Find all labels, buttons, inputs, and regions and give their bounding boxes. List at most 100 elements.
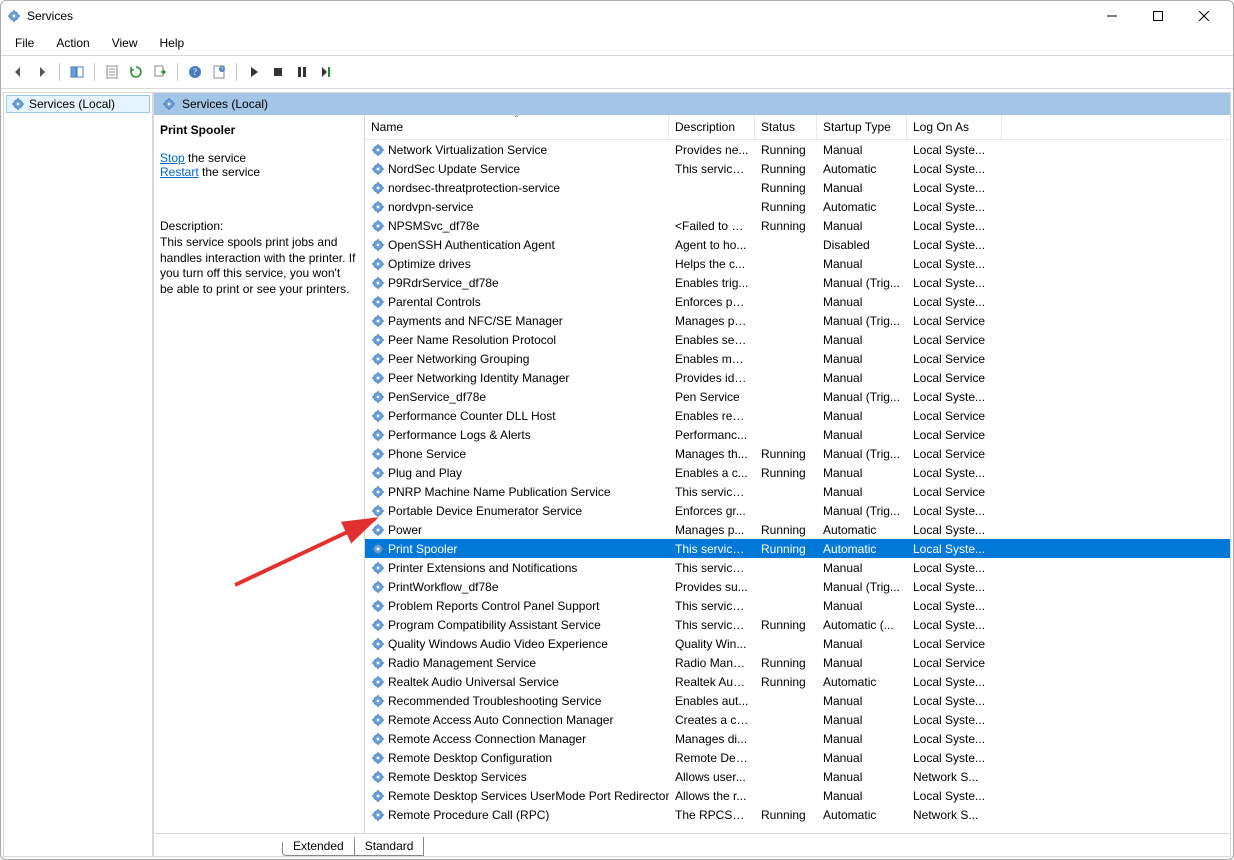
stop-service-button[interactable] bbox=[267, 61, 289, 83]
restart-service-link[interactable]: Restart bbox=[160, 165, 199, 179]
menu-file[interactable]: File bbox=[11, 34, 38, 52]
service-description: This service ... bbox=[669, 561, 755, 575]
gear-icon bbox=[371, 447, 385, 461]
service-status: Running bbox=[755, 808, 817, 822]
service-logon: Local Syste... bbox=[907, 181, 1002, 195]
gear-icon bbox=[371, 694, 385, 708]
service-row[interactable]: Plug and PlayEnables a c...RunningManual… bbox=[365, 463, 1230, 482]
pause-service-button[interactable] bbox=[291, 61, 313, 83]
service-logon: Local Syste... bbox=[907, 466, 1002, 480]
forward-button[interactable] bbox=[31, 61, 53, 83]
service-row[interactable]: PrintWorkflow_df78eProvides su...Manual … bbox=[365, 577, 1230, 596]
start-service-button[interactable] bbox=[243, 61, 265, 83]
back-button[interactable] bbox=[7, 61, 29, 83]
service-row[interactable]: nordsec-threatprotection-serviceRunningM… bbox=[365, 178, 1230, 197]
tree-item-services-local[interactable]: Services (Local) bbox=[6, 95, 150, 113]
service-row[interactable]: Remote Desktop ServicesAllows user...Man… bbox=[365, 767, 1230, 786]
col-log-on-as[interactable]: Log On As bbox=[907, 115, 1002, 139]
stop-service-link[interactable]: Stop bbox=[160, 151, 185, 165]
menu-help[interactable]: Help bbox=[156, 34, 189, 52]
service-row[interactable]: Remote Access Auto Connection ManagerCre… bbox=[365, 710, 1230, 729]
service-description: Radio Mana... bbox=[669, 656, 755, 670]
service-row[interactable]: Print SpoolerThis service ...RunningAuto… bbox=[365, 539, 1230, 558]
toolbar-separator bbox=[59, 63, 60, 81]
menu-view[interactable]: View bbox=[108, 34, 142, 52]
gear-icon bbox=[371, 675, 385, 689]
service-row[interactable]: Program Compatibility Assistant ServiceT… bbox=[365, 615, 1230, 634]
description-pane: Print Spooler Stop the service Restart t… bbox=[154, 115, 364, 833]
service-row[interactable]: OpenSSH Authentication AgentAgent to ho.… bbox=[365, 235, 1230, 254]
service-row[interactable]: Realtek Audio Universal ServiceRealtek A… bbox=[365, 672, 1230, 691]
tab-standard[interactable]: Standard bbox=[354, 837, 425, 856]
service-description: Provides ide... bbox=[669, 371, 755, 385]
service-row[interactable]: PowerManages p...RunningAutomaticLocal S… bbox=[365, 520, 1230, 539]
service-logon: Local Syste... bbox=[907, 200, 1002, 214]
help-topics-button[interactable]: ? bbox=[208, 61, 230, 83]
service-row[interactable]: Parental ControlsEnforces pa...ManualLoc… bbox=[365, 292, 1230, 311]
service-row[interactable]: Printer Extensions and NotificationsThis… bbox=[365, 558, 1230, 577]
service-row[interactable]: NordSec Update ServiceThis service ...Ru… bbox=[365, 159, 1230, 178]
service-logon: Local Syste... bbox=[907, 504, 1002, 518]
service-row[interactable]: Peer Name Resolution ProtocolEnables ser… bbox=[365, 330, 1230, 349]
col-status[interactable]: Status bbox=[755, 115, 817, 139]
service-row[interactable]: Optimize drivesHelps the c...ManualLocal… bbox=[365, 254, 1230, 273]
service-status: Running bbox=[755, 181, 817, 195]
maximize-button[interactable] bbox=[1135, 1, 1181, 31]
service-status: Running bbox=[755, 143, 817, 157]
service-description: Creates a co... bbox=[669, 713, 755, 727]
service-row[interactable]: Performance Counter DLL HostEnables rem.… bbox=[365, 406, 1230, 425]
service-row[interactable]: nordvpn-serviceRunningAutomaticLocal Sys… bbox=[365, 197, 1230, 216]
service-startup-type: Disabled bbox=[817, 238, 907, 252]
gear-icon bbox=[371, 200, 385, 214]
service-row[interactable]: Remote Desktop ConfigurationRemote Des..… bbox=[365, 748, 1230, 767]
minimize-button[interactable] bbox=[1089, 1, 1135, 31]
service-status: Running bbox=[755, 656, 817, 670]
help-button[interactable]: ? bbox=[184, 61, 206, 83]
service-row[interactable]: Portable Device Enumerator ServiceEnforc… bbox=[365, 501, 1230, 520]
service-description: Quality Win... bbox=[669, 637, 755, 651]
service-row[interactable]: Recommended Troubleshooting ServiceEnabl… bbox=[365, 691, 1230, 710]
service-row[interactable]: Radio Management ServiceRadio Mana...Run… bbox=[365, 653, 1230, 672]
service-logon: Local Service bbox=[907, 333, 1002, 347]
service-row[interactable]: Network Virtualization ServiceProvides n… bbox=[365, 140, 1230, 159]
description-text: This service spools print jobs and handl… bbox=[160, 235, 356, 297]
service-name: Realtek Audio Universal Service bbox=[388, 675, 559, 689]
col-startup-type[interactable]: Startup Type bbox=[817, 115, 907, 139]
service-row[interactable]: Peer Networking Identity ManagerProvides… bbox=[365, 368, 1230, 387]
service-row[interactable]: Problem Reports Control Panel SupportThi… bbox=[365, 596, 1230, 615]
gear-icon bbox=[371, 485, 385, 499]
service-description: Performanc... bbox=[669, 428, 755, 442]
service-row[interactable]: P9RdrService_df78eEnables trig...Manual … bbox=[365, 273, 1230, 292]
service-status: Running bbox=[755, 162, 817, 176]
col-name[interactable]: Name⌃ bbox=[365, 115, 669, 139]
col-description[interactable]: Description bbox=[669, 115, 755, 139]
service-startup-type: Manual bbox=[817, 656, 907, 670]
properties-button[interactable] bbox=[101, 61, 123, 83]
service-row[interactable]: Peer Networking GroupingEnables mul...Ma… bbox=[365, 349, 1230, 368]
service-row[interactable]: Performance Logs & AlertsPerformanc...Ma… bbox=[365, 425, 1230, 444]
close-button[interactable] bbox=[1181, 1, 1227, 31]
service-description: This service ... bbox=[669, 599, 755, 613]
service-row[interactable]: Remote Desktop Services UserMode Port Re… bbox=[365, 786, 1230, 805]
export-list-button[interactable] bbox=[149, 61, 171, 83]
gear-icon bbox=[371, 542, 385, 556]
tab-extended[interactable]: Extended bbox=[282, 837, 355, 856]
service-row[interactable]: NPSMSvc_df78e<Failed to R...RunningManua… bbox=[365, 216, 1230, 235]
restart-service-button[interactable] bbox=[315, 61, 337, 83]
service-logon: Local Syste... bbox=[907, 675, 1002, 689]
service-row[interactable]: PenService_df78ePen ServiceManual (Trig.… bbox=[365, 387, 1230, 406]
refresh-button[interactable] bbox=[125, 61, 147, 83]
service-row[interactable]: Payments and NFC/SE ManagerManages pa...… bbox=[365, 311, 1230, 330]
list-body[interactable]: Network Virtualization ServiceProvides n… bbox=[365, 140, 1230, 833]
show-hide-tree-button[interactable] bbox=[66, 61, 88, 83]
service-logon: Local Syste... bbox=[907, 694, 1002, 708]
service-row[interactable]: Remote Procedure Call (RPC)The RPCSS s..… bbox=[365, 805, 1230, 824]
menu-action[interactable]: Action bbox=[52, 34, 93, 52]
window-title: Services bbox=[27, 9, 73, 23]
service-logon: Local Service bbox=[907, 428, 1002, 442]
service-row[interactable]: PNRP Machine Name Publication ServiceThi… bbox=[365, 482, 1230, 501]
service-row[interactable]: Quality Windows Audio Video ExperienceQu… bbox=[365, 634, 1230, 653]
service-row[interactable]: Remote Access Connection ManagerManages … bbox=[365, 729, 1230, 748]
service-row[interactable]: Phone ServiceManages th...RunningManual … bbox=[365, 444, 1230, 463]
stop-service-text: the service bbox=[185, 151, 246, 165]
